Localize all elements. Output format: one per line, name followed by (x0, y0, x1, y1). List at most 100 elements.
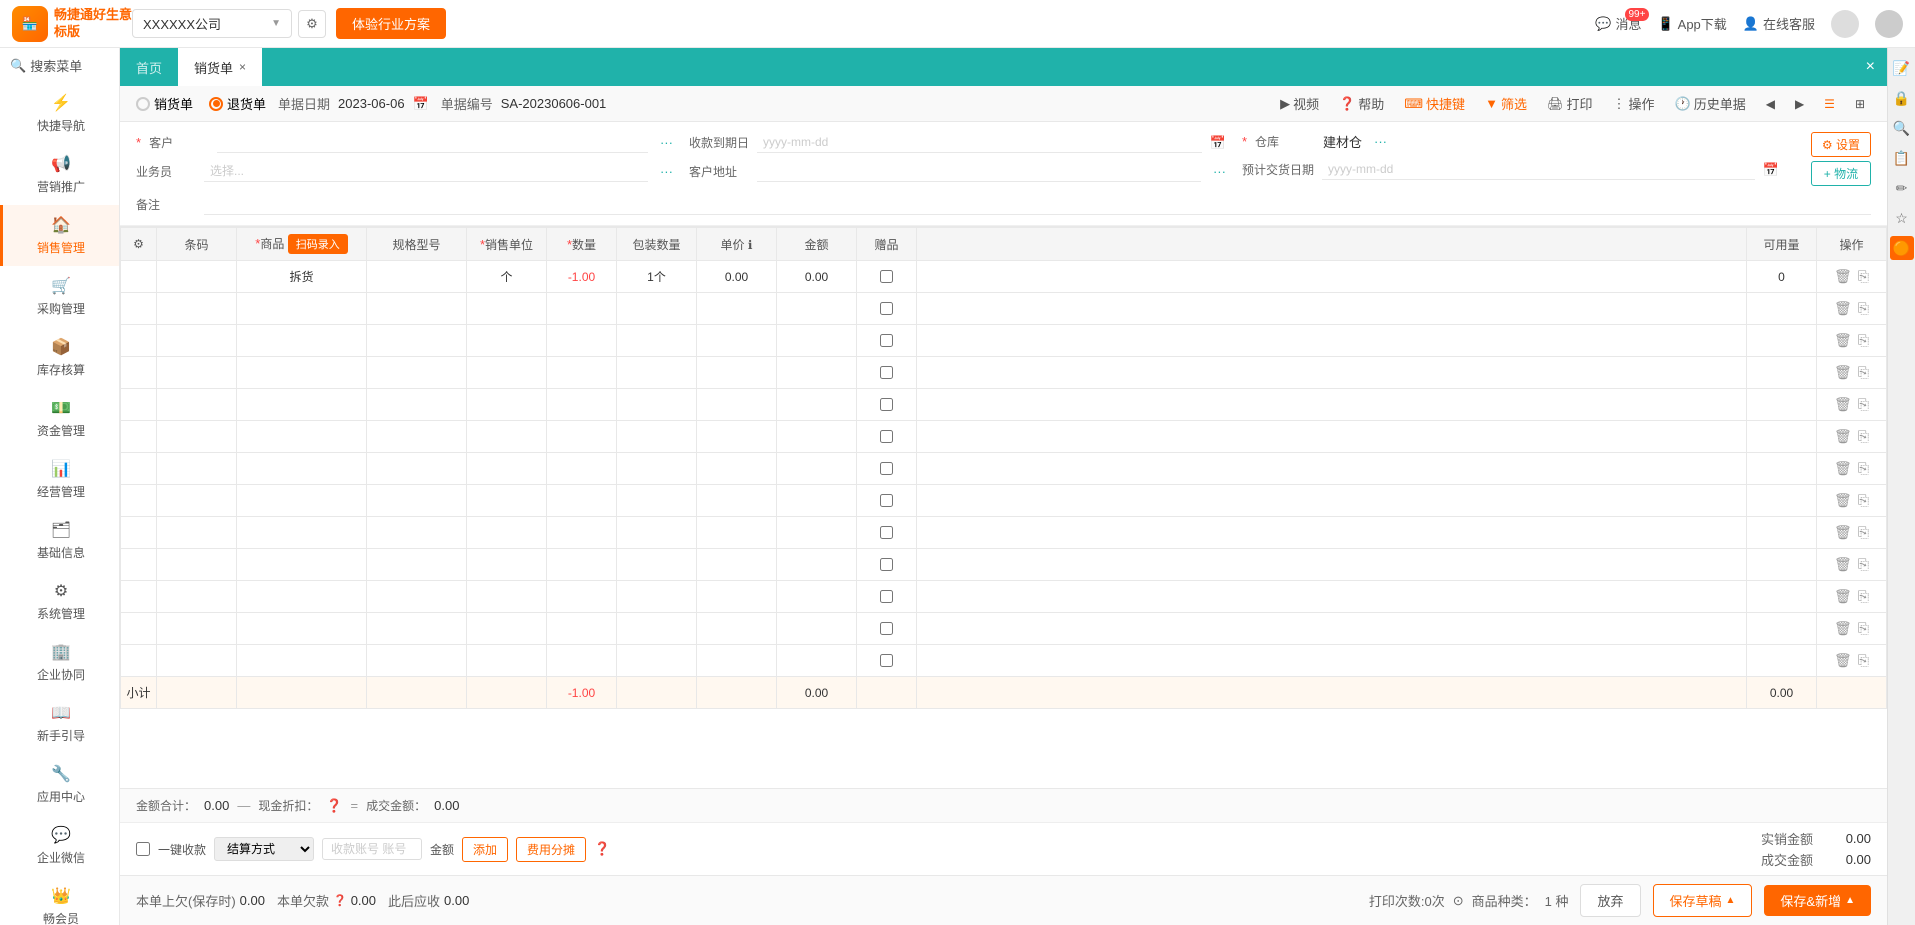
row-copy-icon[interactable]: ⎘ (1858, 332, 1869, 349)
row-barcode-cell[interactable] (157, 293, 237, 325)
row-copy-icon[interactable]: ⎘ (1858, 396, 1869, 413)
row-gift-cell[interactable] (857, 581, 917, 613)
row-spec-cell[interactable] (367, 453, 467, 485)
right-panel-lock-icon[interactable]: 🔒 (1890, 86, 1914, 110)
row-price-cell[interactable] (697, 453, 777, 485)
row-barcode-cell[interactable] (157, 645, 237, 677)
customer-input[interactable] (217, 132, 648, 153)
row-unit-cell[interactable] (467, 517, 547, 549)
row-pkg-cell[interactable] (617, 389, 697, 421)
row-amount-cell[interactable]: 0.00 (777, 261, 857, 293)
row-amount-cell[interactable] (777, 357, 857, 389)
row-amount-cell[interactable] (777, 581, 857, 613)
row-unit-cell[interactable] (467, 453, 547, 485)
grid-view-button[interactable]: ⊞ (1849, 95, 1871, 113)
row-goods-cell[interactable] (237, 325, 367, 357)
radio-return-order[interactable]: 退货单 (209, 94, 266, 113)
row-price-cell[interactable] (697, 389, 777, 421)
sidebar-item-basic-info[interactable]: 🗂 基础信息 (0, 510, 119, 571)
video-button[interactable]: ▶ 视频 (1274, 92, 1325, 115)
row-barcode-cell[interactable] (157, 613, 237, 645)
row-barcode-cell[interactable] (157, 389, 237, 421)
search-menu-button[interactable]: 🔍 搜索菜单 (0, 48, 119, 83)
row-barcode-cell[interactable] (157, 517, 237, 549)
sidebar-item-guide[interactable]: 📖 新手引导 (0, 693, 119, 754)
row-barcode-cell[interactable] (157, 549, 237, 581)
row-goods-cell[interactable] (237, 613, 367, 645)
row-price-cell[interactable] (697, 549, 777, 581)
due-date-input[interactable] (757, 132, 1202, 153)
row-copy-icon[interactable]: ⎘ (1858, 300, 1869, 317)
gift-checkbox[interactable] (880, 526, 893, 539)
row-unit-cell[interactable] (467, 421, 547, 453)
salesperson-dots-button[interactable]: ··· (660, 164, 673, 179)
form-settings-button[interactable]: ⚙ 设置 (1811, 132, 1871, 157)
row-unit-cell[interactable] (467, 581, 547, 613)
row-copy-icon[interactable]: ⎘ (1858, 492, 1869, 509)
row-unit-cell[interactable] (467, 549, 547, 581)
row-price-cell[interactable] (697, 357, 777, 389)
tab-bar-close-button[interactable]: × (1866, 58, 1875, 76)
row-delete-icon[interactable]: 🗑 (1834, 428, 1852, 445)
row-unit-cell[interactable] (467, 293, 547, 325)
row-pkg-cell[interactable] (617, 357, 697, 389)
row-qty-cell[interactable] (547, 389, 617, 421)
row-copy-icon[interactable]: ⎘ (1858, 652, 1869, 669)
sidebar-item-finance[interactable]: 💵 资金管理 (0, 388, 119, 449)
shortcut-button[interactable]: ⌨ 快捷键 (1398, 92, 1471, 115)
row-price-cell[interactable] (697, 325, 777, 357)
row-pkg-cell[interactable] (617, 293, 697, 325)
row-delete-icon[interactable]: 🗑 (1834, 396, 1852, 413)
gift-checkbox[interactable] (880, 270, 893, 283)
row-barcode-cell[interactable] (157, 453, 237, 485)
row-unit-cell[interactable] (467, 325, 547, 357)
row-qty-cell[interactable] (547, 581, 617, 613)
row-amount-cell[interactable] (777, 421, 857, 453)
row-amount-cell[interactable] (777, 485, 857, 517)
row-amount-cell[interactable] (777, 293, 857, 325)
row-amount-cell[interactable] (777, 389, 857, 421)
row-goods-cell[interactable] (237, 453, 367, 485)
row-price-cell[interactable] (697, 421, 777, 453)
row-delete-icon[interactable]: 🗑 (1834, 492, 1852, 509)
gift-checkbox[interactable] (880, 654, 893, 667)
salesperson-input[interactable] (204, 161, 648, 182)
one-click-payment-checkbox[interactable] (136, 842, 150, 856)
address-dots-button[interactable]: ··· (1213, 164, 1226, 179)
sidebar-item-operations[interactable]: 📊 经营管理 (0, 449, 119, 510)
payment-method-select[interactable]: 结算方式 (214, 837, 314, 861)
row-unit-cell[interactable] (467, 485, 547, 517)
row-pkg-cell[interactable] (617, 421, 697, 453)
customer-dots-button[interactable]: ··· (660, 135, 673, 150)
gift-checkbox[interactable] (880, 366, 893, 379)
row-pkg-cell[interactable] (617, 549, 697, 581)
row-price-cell[interactable]: 0.00 (697, 261, 777, 293)
prev-button[interactable]: ◀ (1760, 95, 1781, 113)
row-unit-cell[interactable] (467, 357, 547, 389)
right-panel-clipboard-icon[interactable]: 📋 (1890, 146, 1914, 170)
row-goods-cell[interactable] (237, 581, 367, 613)
row-goods-cell[interactable] (237, 389, 367, 421)
row-spec-cell[interactable] (367, 517, 467, 549)
avatar[interactable] (1831, 10, 1859, 38)
right-panel-notes-icon[interactable]: 📝 (1890, 56, 1914, 80)
sidebar-item-system[interactable]: ⚙ 系统管理 (0, 571, 119, 632)
row-unit-cell[interactable]: 个 (467, 261, 547, 293)
row-spec-cell[interactable] (367, 325, 467, 357)
gift-checkbox[interactable] (880, 302, 893, 315)
next-button[interactable]: ▶ (1789, 95, 1810, 113)
row-gift-cell[interactable] (857, 293, 917, 325)
row-gift-cell[interactable] (857, 261, 917, 293)
row-gift-cell[interactable] (857, 453, 917, 485)
row-pkg-cell[interactable] (617, 453, 697, 485)
payment-add-button[interactable]: 添加 (462, 837, 508, 862)
help-button[interactable]: ❓ 帮助 (1333, 92, 1390, 115)
row-barcode-cell[interactable] (157, 485, 237, 517)
sidebar-item-sales[interactable]: 🏠 销售管理 (0, 205, 119, 266)
row-goods-cell[interactable] (237, 549, 367, 581)
row-spec-cell[interactable] (367, 581, 467, 613)
row-delete-icon[interactable]: 🗑 (1834, 460, 1852, 477)
abandon-button[interactable]: 放弃 (1580, 884, 1640, 917)
settings-gear-button[interactable]: ⚙ (298, 10, 326, 38)
row-spec-cell[interactable] (367, 485, 467, 517)
